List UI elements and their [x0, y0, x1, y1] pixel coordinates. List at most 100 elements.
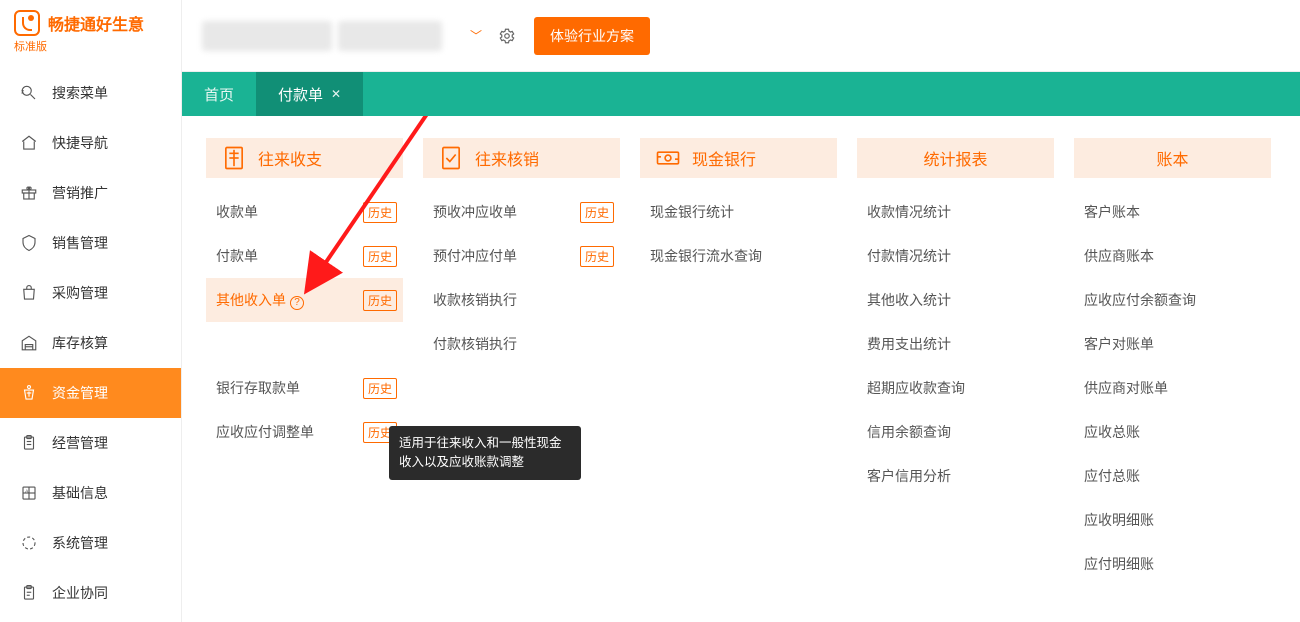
menu-item[interactable]: 付款核销执行 — [423, 322, 620, 366]
column-title: 统计报表 — [923, 146, 987, 170]
menu-item-label: 付款核销执行 — [433, 334, 614, 354]
sidebar-item-fund[interactable]: 资金管理 — [0, 368, 181, 418]
menu-item[interactable]: 客户对账单 — [1074, 322, 1271, 366]
menu-column-1: 往来核销预收冲应收单历史预付冲应付单历史收款核销执行付款核销执行 — [423, 138, 620, 366]
sidebar-item-stock[interactable]: 库存核算 — [0, 318, 181, 368]
sidebar: 畅捷通好生意 标准版 搜索菜单快捷导航营销推广销售管理采购管理库存核算资金管理经… — [0, 0, 182, 622]
menu-item[interactable]: 费用支出统计 — [857, 322, 1054, 366]
brand-edition: 标准版 — [0, 38, 181, 62]
menu-item[interactable]: 应付明细账 — [1074, 542, 1271, 586]
sidebar-item-biz[interactable]: 经营管理 — [0, 418, 181, 468]
sidebar-item-search[interactable]: 搜索菜单 — [0, 68, 181, 118]
cycle-icon — [20, 534, 38, 552]
sidebar-item-promo[interactable]: 营销推广 — [0, 168, 181, 218]
sidebar-item-coop[interactable]: 企业协同 — [0, 568, 181, 618]
menu-item-label: 现金银行统计 — [650, 202, 831, 222]
home-icon — [20, 134, 38, 152]
tab-label: 付款单 — [278, 84, 323, 105]
column-header: 往来收支 — [206, 138, 403, 178]
menu-item[interactable]: 客户账本 — [1074, 190, 1271, 234]
history-badge[interactable]: 历史 — [363, 246, 397, 267]
help-tooltip: 适用于往来收入和一般性现金收入以及应收账款调整 — [389, 426, 581, 480]
tab-label: 首页 — [204, 84, 234, 105]
money-icon — [20, 384, 38, 402]
menu-item-label: 其他收入统计 — [867, 290, 1048, 310]
menu-item[interactable]: 收款单历史 — [206, 190, 403, 234]
sidebar-item-label: 企业协同 — [52, 583, 108, 603]
menu-item[interactable]: 付款情况统计 — [857, 234, 1054, 278]
column-title: 往来核销 — [475, 146, 539, 170]
sidebar-item-label: 资金管理 — [52, 383, 108, 403]
menu-item-label: 客户信用分析 — [867, 466, 1048, 486]
menu-item[interactable]: 现金银行统计 — [640, 190, 837, 234]
menu-item[interactable]: 超期应收款查询 — [857, 366, 1054, 410]
menu-item[interactable]: 其他收入单?历史 — [206, 278, 403, 322]
menu-item[interactable]: 应付总账 — [1074, 454, 1271, 498]
menu-item[interactable]: 银行存取款单历史 — [206, 366, 403, 410]
menu-item[interactable]: 信用余额查询 — [857, 410, 1054, 454]
sidebar-nav: 搜索菜单快捷导航营销推广销售管理采购管理库存核算资金管理经营管理A基础信息系统管… — [0, 62, 181, 622]
org-dropdown-caret-icon[interactable]: ﹀ — [470, 27, 482, 44]
svg-text:A: A — [25, 488, 28, 493]
menu-item[interactable]: 付款单历史 — [206, 234, 403, 278]
close-icon[interactable]: ✕ — [331, 87, 341, 101]
menu-item[interactable]: 应收总账 — [1074, 410, 1271, 454]
tab-0[interactable]: 首页 — [182, 72, 256, 116]
menu-item[interactable]: 收款情况统计 — [857, 190, 1054, 234]
menu-item-label: 供应商对账单 — [1084, 378, 1265, 398]
search-icon — [20, 84, 38, 102]
sidebar-item-basic[interactable]: A基础信息 — [0, 468, 181, 518]
history-badge[interactable]: 历史 — [363, 202, 397, 223]
menu-item-label: 付款单 — [216, 246, 355, 266]
history-badge[interactable]: 历史 — [363, 290, 397, 311]
column-header: 现金银行 — [640, 138, 837, 178]
sidebar-item-label: 快捷导航 — [52, 133, 108, 153]
content-panel: 往来收支收款单历史付款单历史其他收入单?历史费用支出单历史银行存取款单历史应收应… — [182, 116, 1300, 622]
menu-item[interactable]: 预付冲应付单历史 — [423, 234, 620, 278]
column-body: 现金银行统计现金银行流水查询 — [640, 178, 837, 278]
column-body: 预收冲应收单历史预付冲应付单历史收款核销执行付款核销执行 — [423, 178, 620, 366]
menu-item-label: 付款情况统计 — [867, 246, 1048, 266]
menu-item[interactable]: 应收应付调整单历史 — [206, 410, 403, 454]
menu-item-label: 收款单 — [216, 202, 355, 222]
tab-1[interactable]: 付款单 ✕ — [256, 72, 363, 116]
industry-solution-button[interactable]: 体验行业方案 — [534, 17, 650, 55]
menu-item[interactable]: 应收明细账 — [1074, 498, 1271, 542]
menu-item-label: 费用支出统计 — [867, 334, 1048, 354]
menu-item-label: 预付冲应付单 — [433, 246, 572, 266]
history-badge[interactable]: 历史 — [580, 202, 614, 223]
settings-gear-icon[interactable] — [498, 27, 516, 45]
tab-bar: 首页 付款单 ✕ — [182, 72, 1300, 116]
menu-item[interactable]: 供应商账本 — [1074, 234, 1271, 278]
sidebar-item-label: 营销推广 — [52, 183, 108, 203]
column-body: 收款单历史付款单历史其他收入单?历史费用支出单历史银行存取款单历史应收应付调整单… — [206, 178, 403, 454]
menu-column-3: 统计报表收款情况统计付款情况统计其他收入统计费用支出统计超期应收款查询信用余额查… — [857, 138, 1054, 498]
sidebar-item-purchase[interactable]: 采购管理 — [0, 268, 181, 318]
brand-name: 畅捷通好生意 — [48, 11, 144, 35]
menu-item[interactable]: 其他收入统计 — [857, 278, 1054, 322]
brand-mark-icon — [14, 10, 40, 36]
menu-item-label: 超期应收款查询 — [867, 378, 1048, 398]
menu-item[interactable]: 收款核销执行 — [423, 278, 620, 322]
help-tooltip-text: 适用于往来收入和一般性现金收入以及应收账款调整 — [399, 436, 562, 469]
help-icon[interactable]: ? — [290, 296, 304, 310]
sidebar-item-home[interactable]: 快捷导航 — [0, 118, 181, 168]
clipboard2-icon — [20, 584, 38, 602]
history-badge[interactable]: 历史 — [363, 378, 397, 399]
column-body: 客户账本供应商账本应收应付余额查询客户对账单供应商对账单应收总账应付总账应收明细… — [1074, 178, 1271, 586]
menu-item[interactable]: 现金银行流水查询 — [640, 234, 837, 278]
column-body: 收款情况统计付款情况统计其他收入统计费用支出统计超期应收款查询信用余额查询客户信… — [857, 178, 1054, 498]
history-badge[interactable]: 历史 — [580, 246, 614, 267]
menu-item[interactable]: 应收应付余额查询 — [1074, 278, 1271, 322]
column-title: 往来收支 — [258, 146, 322, 170]
menu-item[interactable]: 预收冲应收单历史 — [423, 190, 620, 234]
column-header: 账本 — [1074, 138, 1271, 178]
bill-icon — [220, 144, 248, 172]
sidebar-item-system[interactable]: 系统管理 — [0, 518, 181, 568]
sidebar-item-sales[interactable]: 销售管理 — [0, 218, 181, 268]
bag-icon — [20, 284, 38, 302]
menu-item[interactable]: 供应商对账单 — [1074, 366, 1271, 410]
menu-item-label: 收款核销执行 — [433, 290, 614, 310]
sidebar-item-label: 搜索菜单 — [52, 83, 108, 103]
menu-item[interactable]: 客户信用分析 — [857, 454, 1054, 498]
